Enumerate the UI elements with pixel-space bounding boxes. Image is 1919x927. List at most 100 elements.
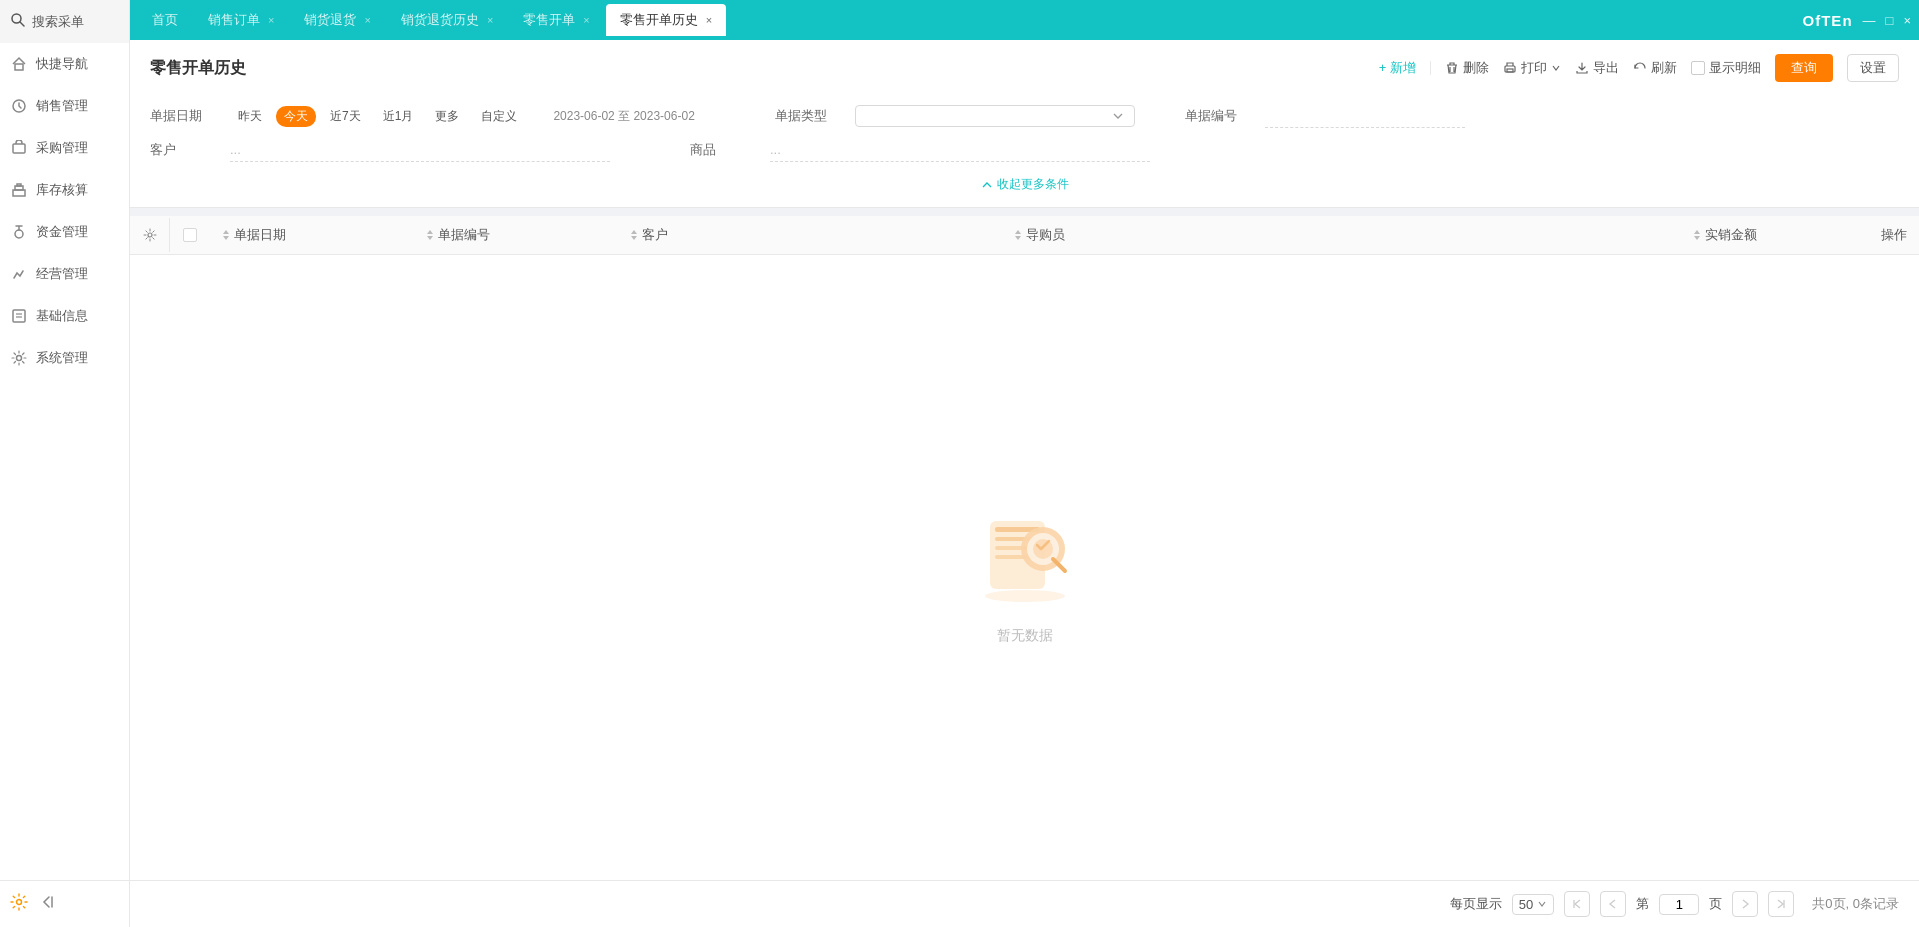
chevron-up-icon (981, 179, 993, 191)
query-button[interactable]: 查询 (1775, 54, 1833, 82)
total-label: 共0页, 0条记录 (1812, 895, 1899, 913)
svg-point-13 (17, 900, 22, 905)
th-customer[interactable]: 客户 (618, 216, 1002, 254)
print-button[interactable]: 打印 (1503, 59, 1561, 77)
sidebar-item-label: 快捷导航 (36, 55, 88, 73)
bill-type-select[interactable] (855, 105, 1135, 127)
search-panel[interactable]: 搜索采单 (0, 0, 129, 43)
toolbar-divider (1430, 61, 1431, 75)
tab-home[interactable]: 首页 (138, 4, 192, 36)
window-restore-btn[interactable]: □ (1886, 13, 1894, 28)
settings-icon[interactable] (10, 893, 28, 915)
add-button[interactable]: + 新增 (1379, 59, 1416, 77)
date-yesterday-btn[interactable]: 昨天 (230, 106, 270, 127)
bill-no-input[interactable] (1265, 104, 1465, 128)
per-page-select[interactable]: 50 (1512, 894, 1554, 915)
sidebar-item-purchase[interactable]: 采购管理 (0, 127, 129, 169)
th-action: 操作 (1769, 216, 1919, 254)
tab-close-sales-order[interactable]: × (268, 14, 274, 26)
tab-close-retail-open[interactable]: × (583, 14, 589, 26)
bill-type-label: 单据类型 (775, 107, 835, 125)
sidebar-item-label: 库存核算 (36, 181, 88, 199)
date-7days-btn[interactable]: 近7天 (322, 106, 369, 127)
bill-no-label: 单据编号 (1185, 107, 1245, 125)
window-minimize-btn[interactable]: — (1863, 13, 1876, 28)
empty-state: 暂无数据 (130, 255, 1919, 880)
sidebar-item-sales[interactable]: 销售管理 (0, 85, 129, 127)
th-amount[interactable]: 实销金额 (1205, 216, 1769, 254)
svg-point-8 (15, 230, 23, 238)
tab-sales-order[interactable]: 销售订单 × (194, 4, 288, 36)
brand-logo: OfTEn (1803, 12, 1853, 29)
date-1month-btn[interactable]: 近1月 (375, 106, 422, 127)
svg-rect-4 (13, 144, 25, 153)
th-no[interactable]: 单据编号 (414, 216, 618, 254)
sidebar-item-inventory[interactable]: 库存核算 (0, 169, 129, 211)
search-label: 搜索采单 (32, 13, 84, 31)
sidebar-item-label: 销售管理 (36, 97, 88, 115)
customer-input[interactable]: ... (230, 138, 610, 162)
date-more-btn[interactable]: 更多 (427, 106, 467, 127)
settings-button[interactable]: 设置 (1847, 54, 1899, 82)
sidebar-item-operations[interactable]: 经营管理 (0, 253, 129, 295)
sidebar-item-sys-mgmt[interactable]: 系统管理 (0, 337, 129, 379)
home-icon (10, 55, 28, 73)
svg-rect-7 (17, 184, 21, 186)
prev-page-btn[interactable] (1600, 891, 1626, 917)
refresh-button[interactable]: 刷新 (1633, 59, 1677, 77)
svg-point-12 (17, 356, 22, 361)
pagination-bar: 每页显示 50 第 页 (130, 880, 1919, 927)
filter-row-2: 客户 ... 商品 ... (150, 138, 1899, 162)
sidebar-item-label: 资金管理 (36, 223, 88, 241)
tab-retail-open[interactable]: 零售开单 × (509, 4, 603, 36)
page-title-row: 零售开单历史 + 新增 删除 打印 导出 (150, 54, 1899, 82)
svg-point-17 (148, 233, 152, 237)
empty-illustration (965, 491, 1085, 611)
finance-icon (10, 223, 28, 241)
tab-close-sales-return-history[interactable]: × (487, 14, 493, 26)
sidebar-item-label: 采购管理 (36, 139, 88, 157)
th-guide[interactable]: 导购员 (1002, 216, 1206, 254)
sidebar-item-quick-nav[interactable]: 快捷导航 (0, 43, 129, 85)
svg-point-18 (985, 590, 1065, 602)
customer-label: 客户 (150, 141, 210, 159)
last-page-btn[interactable] (1768, 891, 1794, 917)
date-custom-btn[interactable]: 自定义 (473, 106, 525, 127)
sidebar-item-finance[interactable]: 资金管理 (0, 211, 129, 253)
tab-bar: 首页 销售订单 × 销货退货 × 销货退货历史 × 零售开单 × 零售开单历史 … (130, 0, 1919, 40)
delete-button[interactable]: 删除 (1445, 59, 1489, 77)
empty-text: 暂无数据 (997, 627, 1053, 645)
tab-close-sales-return[interactable]: × (364, 14, 370, 26)
collapse-sidebar-icon[interactable] (38, 893, 56, 915)
column-settings-btn[interactable] (130, 218, 170, 252)
chevron-down-icon (1112, 110, 1124, 122)
sidebar-bottom (0, 880, 129, 927)
tab-sales-return-history[interactable]: 销货退货历史 × (387, 4, 507, 36)
display-detail-button[interactable]: 显示明细 (1691, 59, 1761, 77)
tab-retail-open-history[interactable]: 零售开单历史 × (606, 4, 726, 36)
page-label: 页 (1709, 895, 1722, 913)
date-today-btn[interactable]: 今天 (276, 106, 316, 127)
filter-row-1: 单据日期 昨天 今天 近7天 近1月 更多 自定义 2023-06-02 至 2… (150, 104, 1899, 128)
page-word: 第 (1636, 895, 1649, 913)
collapse-label: 收起更多条件 (997, 176, 1069, 193)
svg-point-26 (1033, 539, 1053, 559)
tab-sales-return[interactable]: 销货退货 × (290, 4, 384, 36)
export-button[interactable]: 导出 (1575, 59, 1619, 77)
sort-icon-customer (630, 230, 638, 240)
th-date[interactable]: 单据日期 (210, 216, 414, 254)
table-header: 单据日期 单据编号 客户 导购员 实销金额 (130, 216, 1919, 255)
goods-input[interactable]: ... (770, 138, 1150, 162)
collapse-filter-btn[interactable]: 收起更多条件 (150, 172, 1899, 193)
search-icon (10, 12, 26, 31)
first-page-btn[interactable] (1564, 891, 1590, 917)
next-page-btn[interactable] (1732, 891, 1758, 917)
sort-icon-guide (1014, 230, 1022, 240)
chevron-down-icon (1537, 899, 1547, 909)
select-all-checkbox[interactable] (170, 218, 210, 252)
window-close-btn[interactable]: × (1903, 13, 1911, 28)
page-input[interactable] (1659, 894, 1699, 915)
sidebar-item-basic-info[interactable]: 基础信息 (0, 295, 129, 337)
date-range-text: 2023-06-02 至 2023-06-02 (553, 108, 694, 125)
tab-close-retail-open-history[interactable]: × (706, 14, 712, 26)
